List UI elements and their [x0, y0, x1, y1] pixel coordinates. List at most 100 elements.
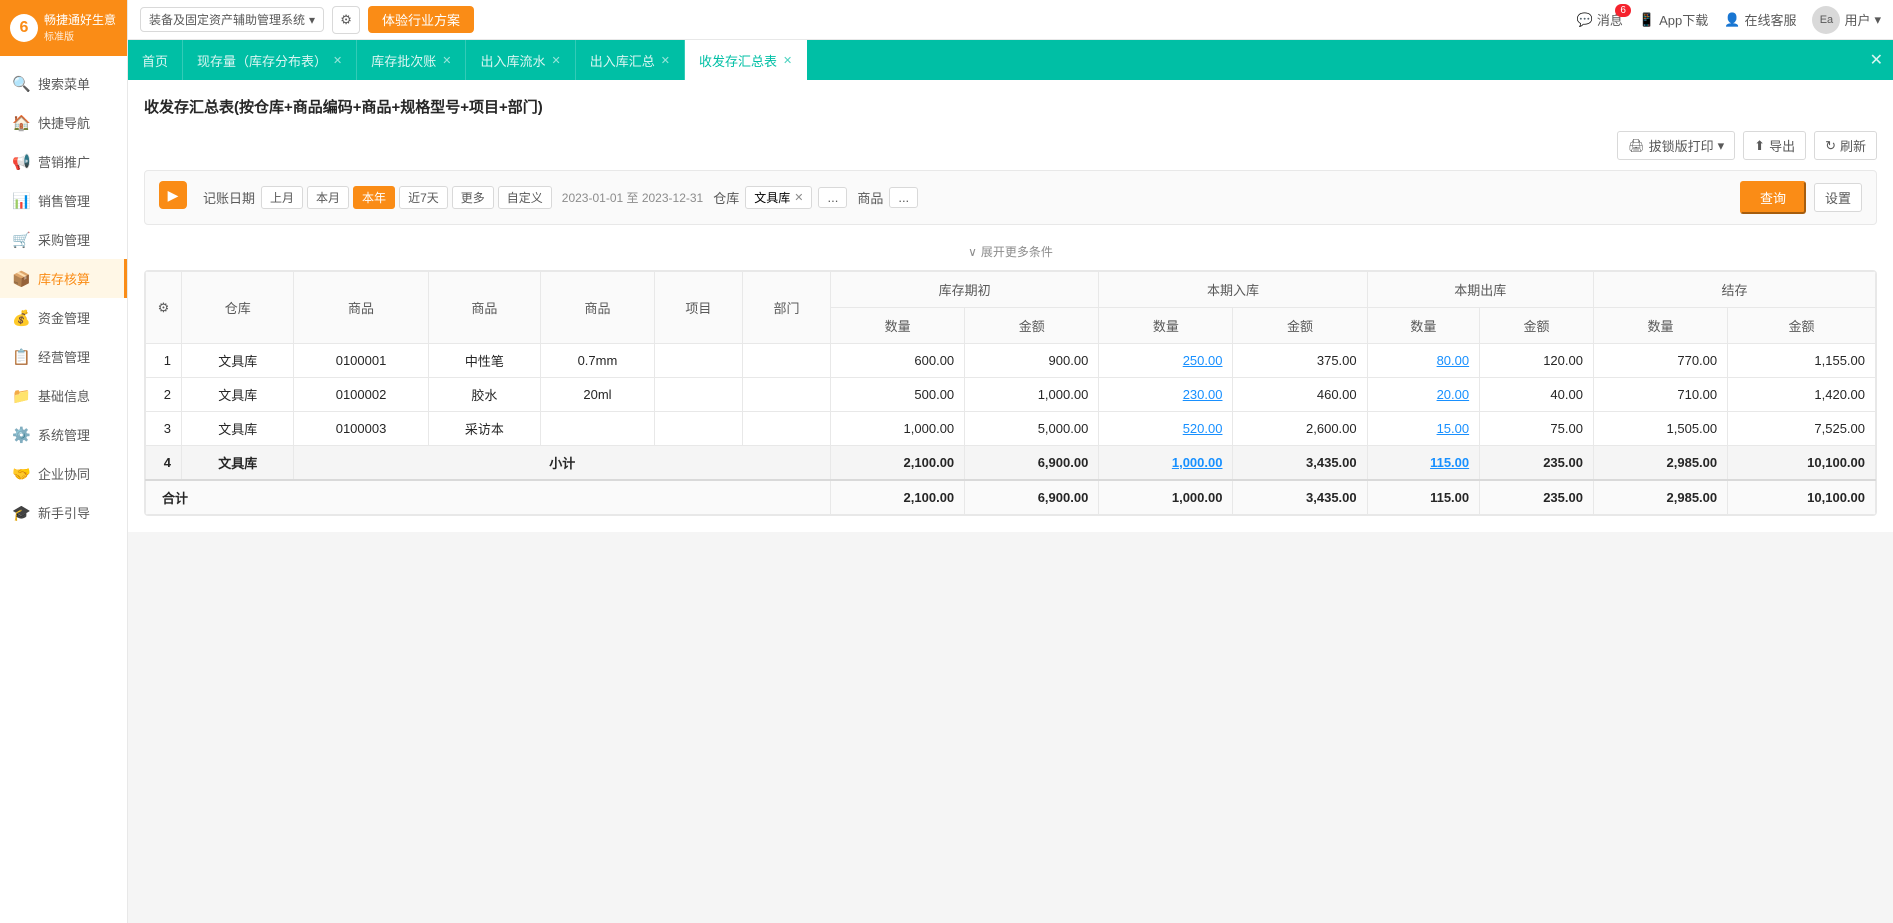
sidebar-item-collab[interactable]: 🤝企业协同 — [0, 454, 127, 493]
tab-1[interactable]: 现存量（库存分布表） ✕ — [183, 40, 357, 80]
system-dropdown[interactable]: 装备及固定资产辅助管理系统 ▾ — [140, 7, 324, 32]
tab-close-2[interactable]: ✕ — [442, 54, 451, 67]
opening-amt-th: 金额 — [965, 308, 1099, 344]
row-goods-spec: 0.7mm — [541, 344, 655, 378]
tab-close-4[interactable]: ✕ — [661, 54, 670, 67]
quicknav-icon: 🏠 — [12, 114, 30, 132]
goods-name-th: 商品 — [428, 272, 540, 344]
warehouse-ellipsis-button[interactable]: ... — [818, 187, 847, 208]
expand-row: ∨ 展开更多条件 — [144, 237, 1877, 260]
date-btn-本月[interactable]: 本月 — [307, 186, 349, 209]
sidebar-item-sales[interactable]: 📊销售管理 — [0, 181, 127, 220]
in-th: 本期入库 — [1099, 272, 1367, 308]
row-out-qty[interactable]: 20.00 — [1367, 378, 1480, 412]
print-button[interactable]: 🖨 拔锁版打印 ▾ — [1617, 131, 1735, 160]
sidebar-item-marketing[interactable]: 📢营销推广 — [0, 142, 127, 181]
tab-label-1: 现存量（库存分布表） — [197, 51, 327, 70]
tab-3[interactable]: 出入库流水✕ — [466, 40, 575, 80]
row-out-amt: 40.00 — [1480, 378, 1594, 412]
date-btn-自定义[interactable]: 自定义 — [498, 186, 552, 209]
messages-action[interactable]: 💬 消息 6 — [1577, 10, 1623, 29]
export-button[interactable]: ⬆ 导出 — [1743, 131, 1806, 160]
total-in-qty: 1,000.00 — [1099, 480, 1233, 515]
total-out-qty: 115.00 — [1367, 480, 1480, 515]
sidebar-item-label-purchase: 采购管理 — [38, 230, 90, 249]
tab-close-5[interactable]: ✕ — [783, 54, 792, 67]
row-goods-spec: 20ml — [541, 378, 655, 412]
sidebar-item-operations[interactable]: 📋经营管理 — [0, 337, 127, 376]
sidebar-item-guide[interactable]: 🎓新手引导 — [0, 493, 127, 532]
sidebar-item-label-guide: 新手引导 — [38, 503, 90, 522]
tab-label-5: 收发存汇总表 — [699, 51, 777, 70]
row-in-qty[interactable]: 250.00 — [1099, 344, 1233, 378]
tab-close-3[interactable]: ✕ — [552, 54, 561, 67]
filter-toggle-button[interactable]: ▶ — [159, 181, 187, 209]
subtotal-warehouse: 文具库 — [182, 446, 294, 481]
sidebar-item-label-quicknav: 快捷导航 — [38, 113, 90, 132]
close-main-button[interactable]: ✕ — [1870, 50, 1883, 70]
gear-button[interactable]: ⚙ — [332, 6, 360, 34]
tab-0[interactable]: 首页 — [128, 40, 183, 80]
sidebar-item-finance[interactable]: 💰资金管理 — [0, 298, 127, 337]
row-opening-amt: 5,000.00 — [965, 412, 1099, 446]
row-closing-qty: 770.00 — [1593, 344, 1727, 378]
dept-th: 部门 — [742, 272, 830, 344]
row-opening-qty: 500.00 — [831, 378, 965, 412]
top-header: 装备及固定资产辅助管理系统 ▾ ⚙ 体验行业方案 💬 消息 6 📱 App下载 … — [128, 0, 1893, 40]
in-qty-th: 数量 — [1099, 308, 1233, 344]
tab-4[interactable]: 出入库汇总✕ — [576, 40, 685, 80]
user-action[interactable]: Ea 用户 ▾ — [1812, 6, 1881, 34]
date-btn-近7天[interactable]: 近7天 — [399, 186, 448, 209]
table-settings-th[interactable]: ⚙ — [146, 272, 182, 344]
sidebar-item-purchase[interactable]: 🛒采购管理 — [0, 220, 127, 259]
try-industry-button[interactable]: 体验行业方案 — [368, 6, 474, 33]
sidebar-item-quicknav[interactable]: 🏠 快捷导航 — [0, 103, 127, 142]
tab-5[interactable]: 收发存汇总表 ✕ — [685, 40, 807, 80]
collab-icon: 🤝 — [12, 465, 30, 483]
row-opening-qty: 600.00 — [831, 344, 965, 378]
row-out-qty[interactable]: 80.00 — [1367, 344, 1480, 378]
download-icon: 📱 — [1639, 12, 1655, 28]
sidebar-item-label-search: 搜索菜单 — [38, 74, 90, 93]
date-btn-本年[interactable]: 本年 — [353, 186, 395, 209]
sidebar-item-search[interactable]: 🔍搜索菜单 — [0, 64, 127, 103]
sidebar-item-label-operations: 经营管理 — [38, 347, 90, 366]
subtotal-out-amt: 235.00 — [1480, 446, 1594, 481]
settings-button[interactable]: 设置 — [1814, 183, 1862, 212]
online-service-action[interactable]: 👤 在线客服 — [1724, 10, 1796, 29]
date-btn-更多[interactable]: 更多 — [452, 186, 494, 209]
warehouse-tag-text: 文具库 — [754, 189, 790, 206]
warehouse-tag[interactable]: 文具库 ✕ — [745, 186, 812, 209]
date-btn-上月[interactable]: 上月 — [261, 186, 303, 209]
row-warehouse: 文具库 — [182, 412, 294, 446]
warehouse-tag-close[interactable]: ✕ — [794, 191, 803, 204]
row-closing-amt: 1,420.00 — [1728, 378, 1876, 412]
query-button[interactable]: 查询 — [1740, 181, 1806, 214]
export-label: 导出 — [1769, 136, 1795, 155]
tab-close-1[interactable]: ✕ — [333, 54, 342, 67]
goods-filter-group: 商品 ... — [857, 187, 918, 208]
subtotal-out-qty[interactable]: 115.00 — [1367, 446, 1480, 481]
inventory-icon: 📦 — [12, 270, 30, 288]
expand-conditions-button[interactable]: ∨ 展开更多条件 — [968, 243, 1053, 260]
row-seq: 1 — [146, 344, 182, 378]
refresh-button[interactable]: ↻ 刷新 — [1814, 131, 1877, 160]
sidebar-item-system[interactable]: ⚙️系统管理 — [0, 415, 127, 454]
sidebar-item-inventory[interactable]: 📦库存核算 — [0, 259, 127, 298]
row-in-qty[interactable]: 230.00 — [1099, 378, 1233, 412]
app-download-action[interactable]: 📱 App下载 — [1639, 10, 1708, 29]
subtotal-seq: 4 — [146, 446, 182, 481]
row-in-qty[interactable]: 520.00 — [1099, 412, 1233, 446]
warehouse-filter-group: 仓库 文具库 ✕ ... — [713, 186, 847, 209]
tab-2[interactable]: 库存批次账✕ — [357, 40, 466, 80]
subtotal-in-qty[interactable]: 1,000.00 — [1099, 446, 1233, 481]
subtotal-opening-amt: 6,900.00 — [965, 446, 1099, 481]
goods-ellipsis-button[interactable]: ... — [889, 187, 918, 208]
date-range-text: 2023-01-01 至 2023-12-31 — [562, 189, 703, 206]
closing-th: 结存 — [1593, 272, 1875, 308]
row-out-qty[interactable]: 15.00 — [1367, 412, 1480, 446]
logo-text: 畅捷通好生意 — [44, 13, 116, 29]
dropdown-arrow-icon: ▾ — [309, 13, 315, 27]
sidebar-item-basic[interactable]: 📁基础信息 — [0, 376, 127, 415]
date-buttons: 上月本月本年近7天更多自定义 — [261, 186, 552, 209]
